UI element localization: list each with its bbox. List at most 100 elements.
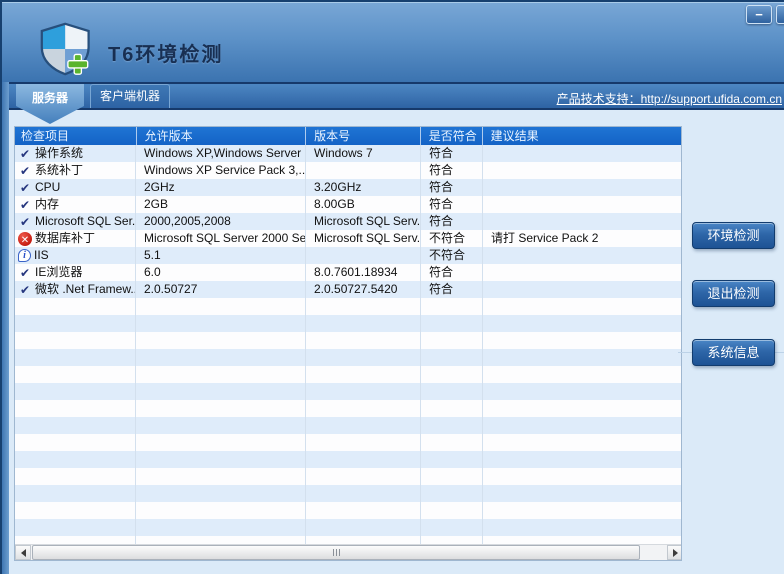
cell-item bbox=[15, 349, 136, 366]
empty-table-row[interactable] bbox=[15, 485, 681, 502]
cell-suggestion bbox=[483, 519, 681, 536]
thumb-grip-icon bbox=[335, 549, 337, 556]
cell-item: Microsoft SQL Ser... bbox=[15, 213, 136, 230]
empty-table-row[interactable] bbox=[15, 434, 681, 451]
table-header: 检查项目 允许版本 版本号 是否符合 建议结果 bbox=[15, 127, 681, 145]
cell-version bbox=[306, 417, 421, 434]
empty-table-row[interactable] bbox=[15, 451, 681, 468]
empty-table-row[interactable] bbox=[15, 332, 681, 349]
column-header-suggestion[interactable]: 建议结果 bbox=[481, 127, 681, 145]
empty-table-row[interactable] bbox=[15, 315, 681, 332]
cell-compliant bbox=[421, 298, 483, 315]
cell-allowed-version bbox=[136, 400, 306, 417]
cell-version: Windows 7 bbox=[306, 145, 421, 162]
table-row[interactable]: CPU 2GHz 3.20GHz 符合 bbox=[15, 179, 681, 196]
column-header-compliant[interactable]: 是否符合 bbox=[419, 127, 482, 145]
table-row[interactable]: 操作系统 Windows XP,Windows Server ... Windo… bbox=[15, 145, 681, 162]
scrollbar-thumb[interactable] bbox=[32, 545, 640, 560]
cell-item bbox=[15, 485, 136, 502]
minimize-button[interactable]: − bbox=[746, 5, 772, 24]
cell-item bbox=[15, 451, 136, 468]
item-label: Microsoft SQL Ser... bbox=[35, 214, 136, 228]
shield-plus-logo-icon bbox=[40, 22, 90, 76]
cell-suggestion bbox=[483, 247, 681, 264]
cell-allowed-version bbox=[136, 349, 306, 366]
env-check-button[interactable]: 环境检测 bbox=[692, 222, 775, 249]
column-header-item[interactable]: 检查项目 bbox=[15, 127, 136, 145]
cell-compliant: 符合 bbox=[421, 196, 483, 213]
cell-allowed-version: 2GB bbox=[136, 196, 306, 213]
tab-client-machine[interactable]: 客户端机器 bbox=[90, 84, 170, 108]
cell-suggestion bbox=[483, 264, 681, 281]
scrollbar-track[interactable] bbox=[31, 545, 667, 560]
table-row[interactable]: 系统补丁 Windows XP Service Pack 3,... 符合 bbox=[15, 162, 681, 179]
cell-version bbox=[306, 451, 421, 468]
cell-suggestion bbox=[483, 468, 681, 485]
cell-allowed-version bbox=[136, 417, 306, 434]
table-row[interactable]: IIS 5.1 不符合 bbox=[15, 247, 681, 264]
table-row[interactable]: IE浏览器 6.0 8.0.7601.18934 符合 bbox=[15, 264, 681, 281]
cell-allowed-version: Microsoft SQL Server 2000 Ser... bbox=[136, 230, 306, 247]
cell-suggestion bbox=[483, 281, 681, 298]
empty-table-row[interactable] bbox=[15, 519, 681, 536]
cell-version: 2.0.50727.5420 bbox=[306, 281, 421, 298]
cell-item: 微软 .Net Framew... bbox=[15, 281, 136, 298]
empty-table-row[interactable] bbox=[15, 417, 681, 434]
empty-table-row[interactable] bbox=[15, 298, 681, 315]
table-row[interactable]: 数据库补丁 Microsoft SQL Server 2000 Ser... M… bbox=[15, 230, 681, 247]
cell-item bbox=[15, 383, 136, 400]
empty-table-row[interactable] bbox=[15, 383, 681, 400]
status-icon bbox=[18, 198, 32, 212]
horizontal-scrollbar bbox=[15, 544, 681, 560]
cell-version bbox=[306, 383, 421, 400]
cell-compliant bbox=[421, 451, 483, 468]
support-link[interactable]: 产品技术支持：http://support.ufida.com.cn bbox=[557, 90, 782, 107]
cell-compliant: 符合 bbox=[421, 213, 483, 230]
cell-allowed-version: 2000,2005,2008 bbox=[136, 213, 306, 230]
cell-suggestion bbox=[483, 417, 681, 434]
cell-compliant bbox=[421, 366, 483, 383]
cell-item: 操作系统 bbox=[15, 145, 136, 162]
right-arrow-icon bbox=[672, 548, 678, 557]
cell-version bbox=[306, 162, 421, 179]
cell-suggestion bbox=[483, 400, 681, 417]
scroll-left-button[interactable] bbox=[15, 545, 31, 560]
cell-version bbox=[306, 298, 421, 315]
system-info-button[interactable]: 系统信息 bbox=[692, 339, 775, 366]
table-row[interactable]: 微软 .Net Framew... 2.0.50727 2.0.50727.54… bbox=[15, 281, 681, 298]
cell-allowed-version: 5.1 bbox=[136, 247, 306, 264]
item-label: 操作系统 bbox=[35, 146, 84, 160]
cell-version bbox=[306, 349, 421, 366]
cell-allowed-version bbox=[136, 468, 306, 485]
thumb-grip-icon bbox=[338, 549, 340, 556]
status-icon bbox=[18, 147, 32, 161]
item-label: 内存 bbox=[35, 197, 60, 211]
cell-allowed-version bbox=[136, 451, 306, 468]
cell-item bbox=[15, 332, 136, 349]
table-row[interactable]: Microsoft SQL Ser... 2000,2005,2008 Micr… bbox=[15, 213, 681, 230]
exit-check-button[interactable]: 退出检测 bbox=[692, 280, 775, 307]
close-button[interactable]: × bbox=[776, 5, 784, 24]
tab-server[interactable]: 服务器 bbox=[16, 84, 84, 124]
status-icon bbox=[18, 181, 32, 195]
app-window: T6环境检测 − × 服务器 客户端机器 产品技术支持：http://suppo… bbox=[0, 0, 784, 574]
cell-item bbox=[15, 519, 136, 536]
cell-allowed-version bbox=[136, 434, 306, 451]
column-header-allowed[interactable]: 允许版本 bbox=[135, 127, 305, 145]
cell-compliant bbox=[421, 519, 483, 536]
empty-table-row[interactable] bbox=[15, 349, 681, 366]
empty-table-row[interactable] bbox=[15, 468, 681, 485]
empty-table-row[interactable] bbox=[15, 502, 681, 519]
cell-item: CPU bbox=[15, 179, 136, 196]
cell-suggestion bbox=[483, 485, 681, 502]
column-header-version[interactable]: 版本号 bbox=[305, 127, 420, 145]
status-icon bbox=[18, 231, 32, 246]
empty-table-row[interactable] bbox=[15, 400, 681, 417]
cell-item: IE浏览器 bbox=[15, 264, 136, 281]
status-icon bbox=[18, 249, 31, 262]
cell-compliant: 符合 bbox=[421, 281, 483, 298]
scroll-right-button[interactable] bbox=[667, 545, 681, 560]
empty-table-row[interactable] bbox=[15, 366, 681, 383]
table-row[interactable]: 内存 2GB 8.00GB 符合 bbox=[15, 196, 681, 213]
cell-allowed-version: Windows XP Service Pack 3,... bbox=[136, 162, 306, 179]
